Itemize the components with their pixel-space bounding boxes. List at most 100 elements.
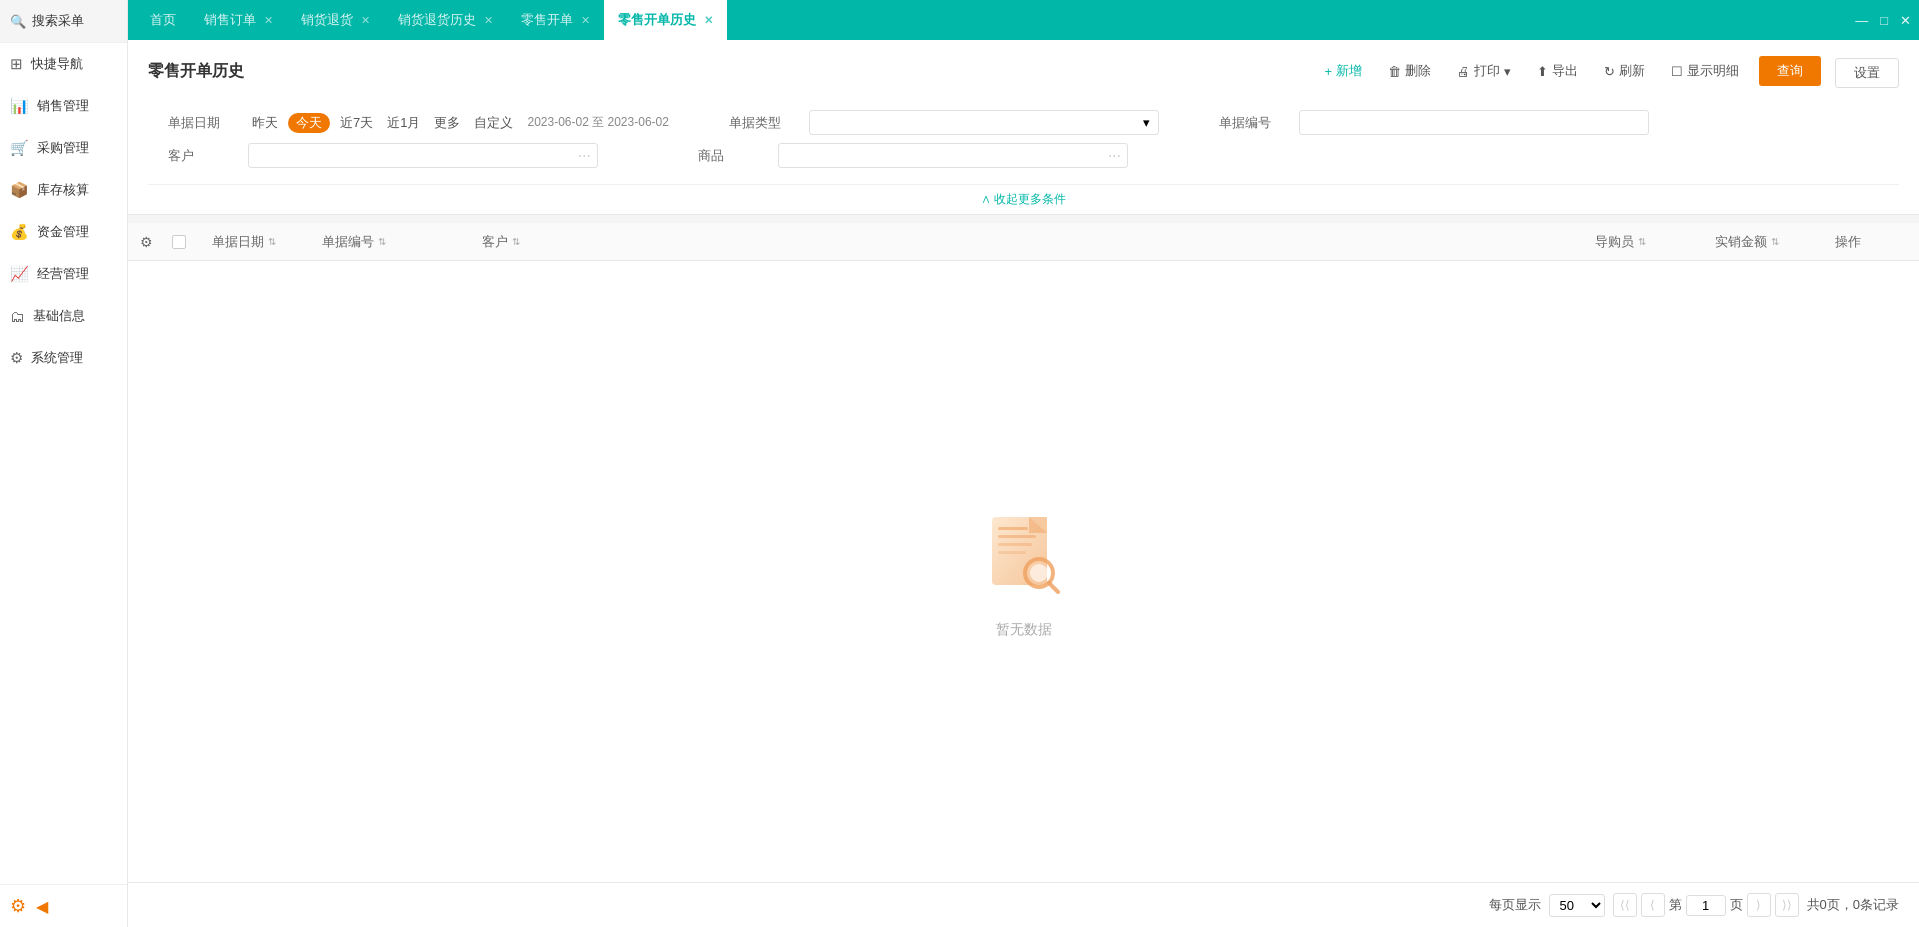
th-num[interactable]: 单据编号 ⇅ (314, 233, 474, 251)
tab-home[interactable]: 首页 (136, 0, 190, 40)
sales-icon: 📊 (10, 97, 29, 115)
goods-dots[interactable]: ··· (1108, 147, 1121, 165)
delete-label: 删除 (1405, 62, 1431, 80)
svg-rect-3 (998, 543, 1032, 546)
export-button[interactable]: ⬆ 导出 (1531, 58, 1584, 84)
date-range-display: 2023-06-02 至 2023-06-02 (527, 114, 668, 131)
page-last-button[interactable]: ⟩⟩ (1775, 893, 1799, 917)
search-icon: 🔍 (10, 14, 26, 29)
add-button[interactable]: + 新增 (1318, 58, 1368, 84)
refresh-button[interactable]: ↻ 刷新 (1598, 58, 1651, 84)
filter-area: 单据日期 昨天 今天 近7天 近1月 更多 自定义 2023-06-02 至 2… (148, 100, 1899, 184)
table-settings-icon[interactable]: ⚙ (140, 234, 172, 250)
svg-rect-1 (998, 527, 1028, 530)
num-input-wrapper[interactable] (1299, 110, 1649, 135)
display-detail-button[interactable]: ☐ 显示明细 (1665, 58, 1745, 84)
add-label: 新增 (1336, 62, 1362, 80)
main-area: 首页 销售订单 ✕ 销货退货 ✕ 销货退货历史 ✕ 零售开单 ✕ 零售开单历史 … (128, 0, 1919, 927)
customer-dots[interactable]: ··· (578, 147, 591, 165)
table-header: ⚙ 单据日期 ⇅ 单据编号 ⇅ 客户 ⇅ 导购员 ⇅ (128, 223, 1919, 261)
sidebar-search-label: 搜索采单 (32, 12, 84, 30)
topbar: 首页 销售订单 ✕ 销货退货 ✕ 销货退货历史 ✕ 零售开单 ✕ 零售开单历史 … (128, 0, 1919, 40)
tab-retail-history-close[interactable]: ✕ (704, 14, 713, 27)
page-size-label: 每页显示 (1489, 896, 1541, 914)
topbar-window-controls: — □ ✕ (1855, 13, 1911, 28)
tab-retail-order-close[interactable]: ✕ (581, 14, 590, 27)
date-option-custom[interactable]: 自定义 (470, 112, 517, 134)
filter-row-customer: 客户 ··· 商品 ··· (168, 143, 1879, 168)
goods-input[interactable] (787, 148, 1119, 163)
sidebar-item-operations[interactable]: 📈 经营管理 (0, 253, 127, 295)
customer-filter-label: 客户 (168, 147, 228, 165)
sidebar-item-sales[interactable]: 📊 销售管理 (0, 85, 127, 127)
date-option-1month[interactable]: 近1月 (383, 112, 424, 134)
window-max-button[interactable]: □ (1880, 13, 1888, 28)
th-amount[interactable]: 实销金额 ⇅ (1707, 233, 1827, 251)
num-input[interactable] (1308, 115, 1640, 130)
date-options: 昨天 今天 近7天 近1月 更多 自定义 2023-06-02 至 2023-0… (248, 112, 669, 134)
page-number-input[interactable] (1686, 895, 1726, 916)
settings-button[interactable]: 设置 (1835, 58, 1899, 88)
filter-row-date: 单据日期 昨天 今天 近7天 近1月 更多 自定义 2023-06-02 至 2… (168, 110, 1879, 135)
date-option-more[interactable]: 更多 (430, 112, 464, 134)
table-container: ⚙ 单据日期 ⇅ 单据编号 ⇅ 客户 ⇅ 导购员 ⇅ (128, 223, 1919, 882)
tab-sales-order-label: 销售订单 (204, 11, 256, 29)
page-next-button[interactable]: ⟩ (1747, 893, 1771, 917)
tab-sales-return-close[interactable]: ✕ (361, 14, 370, 27)
customer-input[interactable] (257, 148, 589, 163)
page-size-select[interactable]: 50 10 20 100 (1549, 894, 1605, 917)
sidebar-item-finance[interactable]: 💰 资金管理 (0, 211, 127, 253)
sidebar-item-system[interactable]: ⚙ 系统管理 (0, 337, 127, 379)
settings-gear-icon[interactable]: ⚙ (10, 895, 26, 917)
page-prev-button[interactable]: ⟨ (1641, 893, 1665, 917)
sidebar-item-basic[interactable]: 🗂 基础信息 (0, 295, 127, 337)
tab-sales-return-history-close[interactable]: ✕ (484, 14, 493, 27)
date-option-yesterday[interactable]: 昨天 (248, 112, 282, 134)
page-header: 零售开单历史 + 新增 🗑 删除 🖨 打印 ▾ (128, 40, 1919, 215)
tab-sales-return-label: 销货退货 (301, 11, 353, 29)
collapse-bar[interactable]: ∧ 收起更多条件 (148, 184, 1899, 214)
sidebar-item-inventory[interactable]: 📦 库存核算 (0, 169, 127, 211)
date-option-7days[interactable]: 近7天 (336, 112, 377, 134)
window-min-button[interactable]: — (1855, 13, 1868, 28)
checkbox-box[interactable] (172, 235, 186, 249)
tab-retail-history-label: 零售开单历史 (618, 11, 696, 29)
purchase-icon: 🛒 (10, 139, 29, 157)
sidebar-item-label: 基础信息 (33, 307, 85, 325)
tab-retail-history[interactable]: 零售开单历史 ✕ (604, 0, 727, 40)
th-operation-label: 操作 (1835, 233, 1861, 251)
tab-retail-order[interactable]: 零售开单 ✕ (507, 0, 604, 40)
tab-sales-order[interactable]: 销售订单 ✕ (190, 0, 287, 40)
tab-sales-order-close[interactable]: ✕ (264, 14, 273, 27)
sidebar-item-label: 资金管理 (37, 223, 89, 241)
customer-input-wrapper[interactable]: ··· (248, 143, 598, 168)
goods-input-wrapper[interactable]: ··· (778, 143, 1128, 168)
query-button[interactable]: 查询 (1759, 56, 1821, 86)
table-select-all-checkbox[interactable] (172, 235, 204, 249)
th-date[interactable]: 单据日期 ⇅ (204, 233, 314, 251)
th-customer[interactable]: 客户 ⇅ (474, 233, 1587, 251)
delete-button[interactable]: 🗑 删除 (1382, 58, 1437, 84)
page-first-button[interactable]: ⟨⟨ (1613, 893, 1637, 917)
tab-sales-return[interactable]: 销货退货 ✕ (287, 0, 384, 40)
sidebar: 🔍 搜索采单 ⊞ 快捷导航 📊 销售管理 🛒 采购管理 📦 库存核算 💰 资金管… (0, 0, 128, 927)
collapse-sidebar-icon[interactable]: ◀ (36, 897, 48, 916)
page-suffix: 页 (1730, 896, 1743, 914)
th-guide-label: 导购员 (1595, 233, 1634, 251)
tab-sales-return-history[interactable]: 销货退货历史 ✕ (384, 0, 507, 40)
sidebar-search[interactable]: 🔍 搜索采单 (0, 0, 127, 43)
window-close-button[interactable]: ✕ (1900, 13, 1911, 28)
print-button[interactable]: 🖨 打印 ▾ (1451, 58, 1517, 84)
type-select[interactable]: ▾ (809, 110, 1159, 135)
th-guide[interactable]: 导购员 ⇅ (1587, 233, 1707, 251)
th-customer-label: 客户 (482, 233, 508, 251)
quick-nav-icon: ⊞ (10, 55, 23, 73)
sidebar-item-label: 快捷导航 (31, 55, 83, 73)
sidebar-item-purchase[interactable]: 🛒 采购管理 (0, 127, 127, 169)
tab-home-label: 首页 (150, 11, 176, 29)
sidebar-item-quick-nav[interactable]: ⊞ 快捷导航 (0, 43, 127, 85)
date-option-today[interactable]: 今天 (288, 113, 330, 133)
refresh-label: 刷新 (1619, 62, 1645, 80)
page-title-row: 零售开单历史 + 新增 🗑 删除 🖨 打印 ▾ (148, 54, 1899, 88)
svg-rect-4 (998, 551, 1026, 554)
